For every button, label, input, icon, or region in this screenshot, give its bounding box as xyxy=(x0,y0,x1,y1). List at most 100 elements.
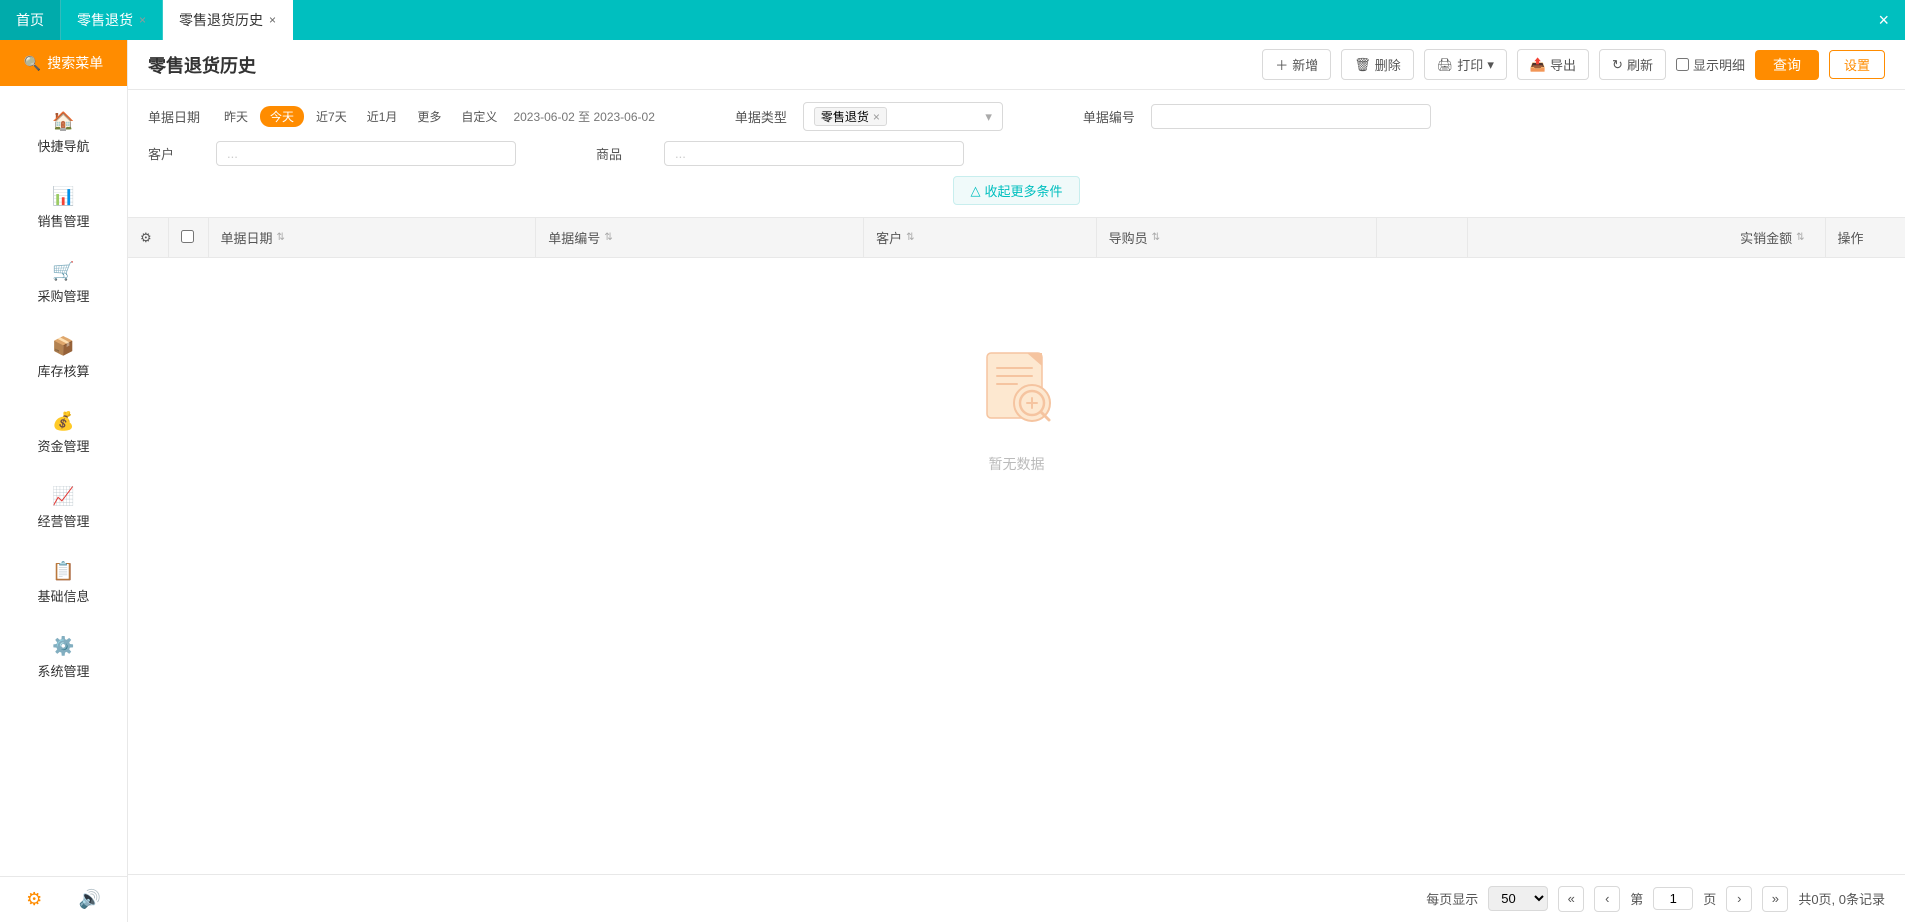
customer-filter: 客户 xyxy=(148,141,516,166)
sidebar-item-quick-nav[interactable]: 🏠 快捷导航 xyxy=(4,96,123,169)
sidebar-item-operations[interactable]: 📈 经营管理 xyxy=(4,471,123,544)
collapse-arrow-icon: △ xyxy=(970,183,980,199)
print-button[interactable]: 🖨 打印 ▾ xyxy=(1424,49,1507,80)
main-layout: 🔍 搜索菜单 🏠 快捷导航 📊 销售管理 🛒 采购管理 📦 库存核算 💰 xyxy=(0,40,1905,922)
sidebar-item-purchase[interactable]: 🛒 采购管理 xyxy=(4,246,123,319)
th-guide[interactable]: 导购员 ⇅ xyxy=(1096,218,1376,258)
print-dropdown-icon: ▾ xyxy=(1487,57,1494,73)
tab-retail-return-history[interactable]: 零售退货历史 × xyxy=(163,0,293,40)
date-opt-yesterday[interactable]: 昨天 xyxy=(216,106,256,127)
sidebar-item-purchase-label: 采购管理 xyxy=(37,286,89,305)
date-opt-7days[interactable]: 近7天 xyxy=(308,106,355,127)
collapse-button[interactable]: △ 收起更多条件 xyxy=(953,176,1079,205)
sidebar-item-basic-info[interactable]: 📋 基础信息 xyxy=(4,546,123,619)
th-doc-no[interactable]: 单据编号 ⇅ xyxy=(536,218,864,258)
th-actions: 操作 xyxy=(1825,218,1905,258)
goods-filter: 商品 xyxy=(596,141,964,166)
sidebar-item-sales[interactable]: 📊 销售管理 xyxy=(4,171,123,244)
th-checkbox[interactable] xyxy=(168,218,208,258)
first-page-button[interactable]: « xyxy=(1558,886,1584,912)
home-icon: 🏠 xyxy=(53,110,75,132)
last-page-button[interactable]: » xyxy=(1762,886,1788,912)
last-page-icon: » xyxy=(1772,891,1779,906)
date-opt-1month[interactable]: 近1月 xyxy=(359,106,406,127)
export-button-label: 导出 xyxy=(1550,55,1576,74)
doc-no-label: 单据编号 xyxy=(1083,107,1143,126)
show-detail-label: 显示明细 xyxy=(1693,55,1745,74)
content-area: 零售退货历史 ＋ 新增 🗑 删除 🖨 打印 ▾ 📤 导出 xyxy=(128,40,1905,922)
inventory-icon: 📦 xyxy=(53,335,75,357)
refresh-button-label: 刷新 xyxy=(1627,55,1653,74)
tab-home-label: 首页 xyxy=(16,10,44,30)
prev-page-icon: ‹ xyxy=(1605,891,1609,906)
th-amount[interactable]: 实销金额 ⇅ xyxy=(1468,218,1825,258)
prev-page-button[interactable]: ‹ xyxy=(1594,886,1620,912)
data-table: ⚙ 单据日期 ⇅ 单据编号 xyxy=(128,218,1905,554)
doc-type-tag-close[interactable]: × xyxy=(873,110,880,124)
collapse-button-label: 收起更多条件 xyxy=(984,181,1062,200)
show-detail-checkbox[interactable] xyxy=(1676,58,1689,71)
plus-icon: ＋ xyxy=(1275,55,1288,74)
audio-bottom-icon[interactable]: 🔊 xyxy=(78,889,100,910)
table-container: ⚙ 单据日期 ⇅ 单据编号 xyxy=(128,218,1905,874)
sidebar-item-finance[interactable]: 💰 资金管理 xyxy=(4,396,123,469)
basic-info-icon: 📋 xyxy=(53,560,75,582)
close-retail-return-history-icon[interactable]: × xyxy=(269,13,276,27)
th-customer-label: 客户 xyxy=(876,228,902,247)
doc-type-label: 单据类型 xyxy=(735,107,795,126)
goods-input[interactable] xyxy=(664,141,964,166)
system-icon: ⚙️ xyxy=(53,635,75,657)
settings-button[interactable]: 设置 xyxy=(1829,50,1885,79)
date-filter-label: 单据日期 xyxy=(148,107,208,126)
sidebar-item-inventory-label: 库存核算 xyxy=(37,361,89,380)
next-page-icon: › xyxy=(1737,891,1741,906)
table-body: 暂无数据 xyxy=(128,258,1905,555)
tab-retail-return[interactable]: 零售退货 × xyxy=(61,0,163,40)
sort-customer-icon: ⇅ xyxy=(906,232,914,243)
customer-input[interactable] xyxy=(216,141,516,166)
sidebar-item-finance-label: 资金管理 xyxy=(37,436,89,455)
filter-row-1: 单据日期 昨天 今天 近7天 近1月 更多 自定义 2023-06-02 至 2… xyxy=(148,102,1885,131)
tab-home[interactable]: 首页 xyxy=(0,0,61,40)
th-doc-no-label: 单据编号 xyxy=(548,228,600,247)
window-close-button[interactable]: × xyxy=(1862,0,1905,40)
sidebar-search[interactable]: 🔍 搜索菜单 xyxy=(0,40,127,86)
settings-bottom-icon[interactable]: ⚙ xyxy=(26,889,42,910)
search-icon: 🔍 xyxy=(24,55,41,72)
doc-type-tag-value: 零售退货 xyxy=(821,108,869,125)
date-opt-custom[interactable]: 自定义 xyxy=(453,106,505,127)
sales-icon: 📊 xyxy=(53,185,75,207)
new-button-label: 新增 xyxy=(1292,55,1318,74)
pagination-bar: 每页显示 50 10 20 100 « ‹ 第 页 › » 共0页, 0条记录 xyxy=(128,874,1905,922)
th-doc-date[interactable]: 单据日期 ⇅ xyxy=(208,218,536,258)
doc-no-input[interactable] xyxy=(1151,104,1431,129)
page-size-label: 每页显示 xyxy=(1426,889,1478,908)
purchase-icon: 🛒 xyxy=(53,260,75,282)
close-retail-return-icon[interactable]: × xyxy=(139,13,146,27)
th-customer[interactable]: 客户 ⇅ xyxy=(864,218,1096,258)
date-opt-more[interactable]: 更多 xyxy=(409,106,449,127)
show-detail-checkbox-label[interactable]: 显示明细 xyxy=(1676,55,1745,74)
page-number-input[interactable] xyxy=(1653,887,1693,910)
sidebar-item-inventory[interactable]: 📦 库存核算 xyxy=(4,321,123,394)
select-all-checkbox[interactable] xyxy=(181,230,194,243)
date-opt-today[interactable]: 今天 xyxy=(260,106,304,127)
refresh-button[interactable]: ↻ 刷新 xyxy=(1599,49,1666,80)
th-actions-label: 操作 xyxy=(1838,231,1864,246)
operations-icon: 📈 xyxy=(53,485,75,507)
print-icon: 🖨 xyxy=(1437,57,1454,73)
th-gear[interactable]: ⚙ xyxy=(128,218,168,258)
sidebar-item-system[interactable]: ⚙️ 系统管理 xyxy=(4,621,123,694)
next-page-button[interactable]: › xyxy=(1726,886,1752,912)
sidebar-search-label: 搜索菜单 xyxy=(47,53,103,73)
filter-area: 单据日期 昨天 今天 近7天 近1月 更多 自定义 2023-06-02 至 2… xyxy=(128,90,1905,218)
new-button[interactable]: ＋ 新增 xyxy=(1262,49,1331,80)
page-size-select[interactable]: 50 10 20 100 xyxy=(1488,886,1548,911)
th-amount-label: 实销金额 xyxy=(1740,228,1792,247)
query-button[interactable]: 查询 xyxy=(1755,50,1819,80)
doc-type-filter: 单据类型 零售退货 × ▾ xyxy=(735,102,1003,131)
doc-type-select[interactable]: 零售退货 × ▾ xyxy=(803,102,1003,131)
delete-button[interactable]: 🗑 删除 xyxy=(1341,49,1414,80)
top-bar-spacer xyxy=(293,0,1862,40)
export-button[interactable]: 📤 导出 xyxy=(1517,49,1589,80)
